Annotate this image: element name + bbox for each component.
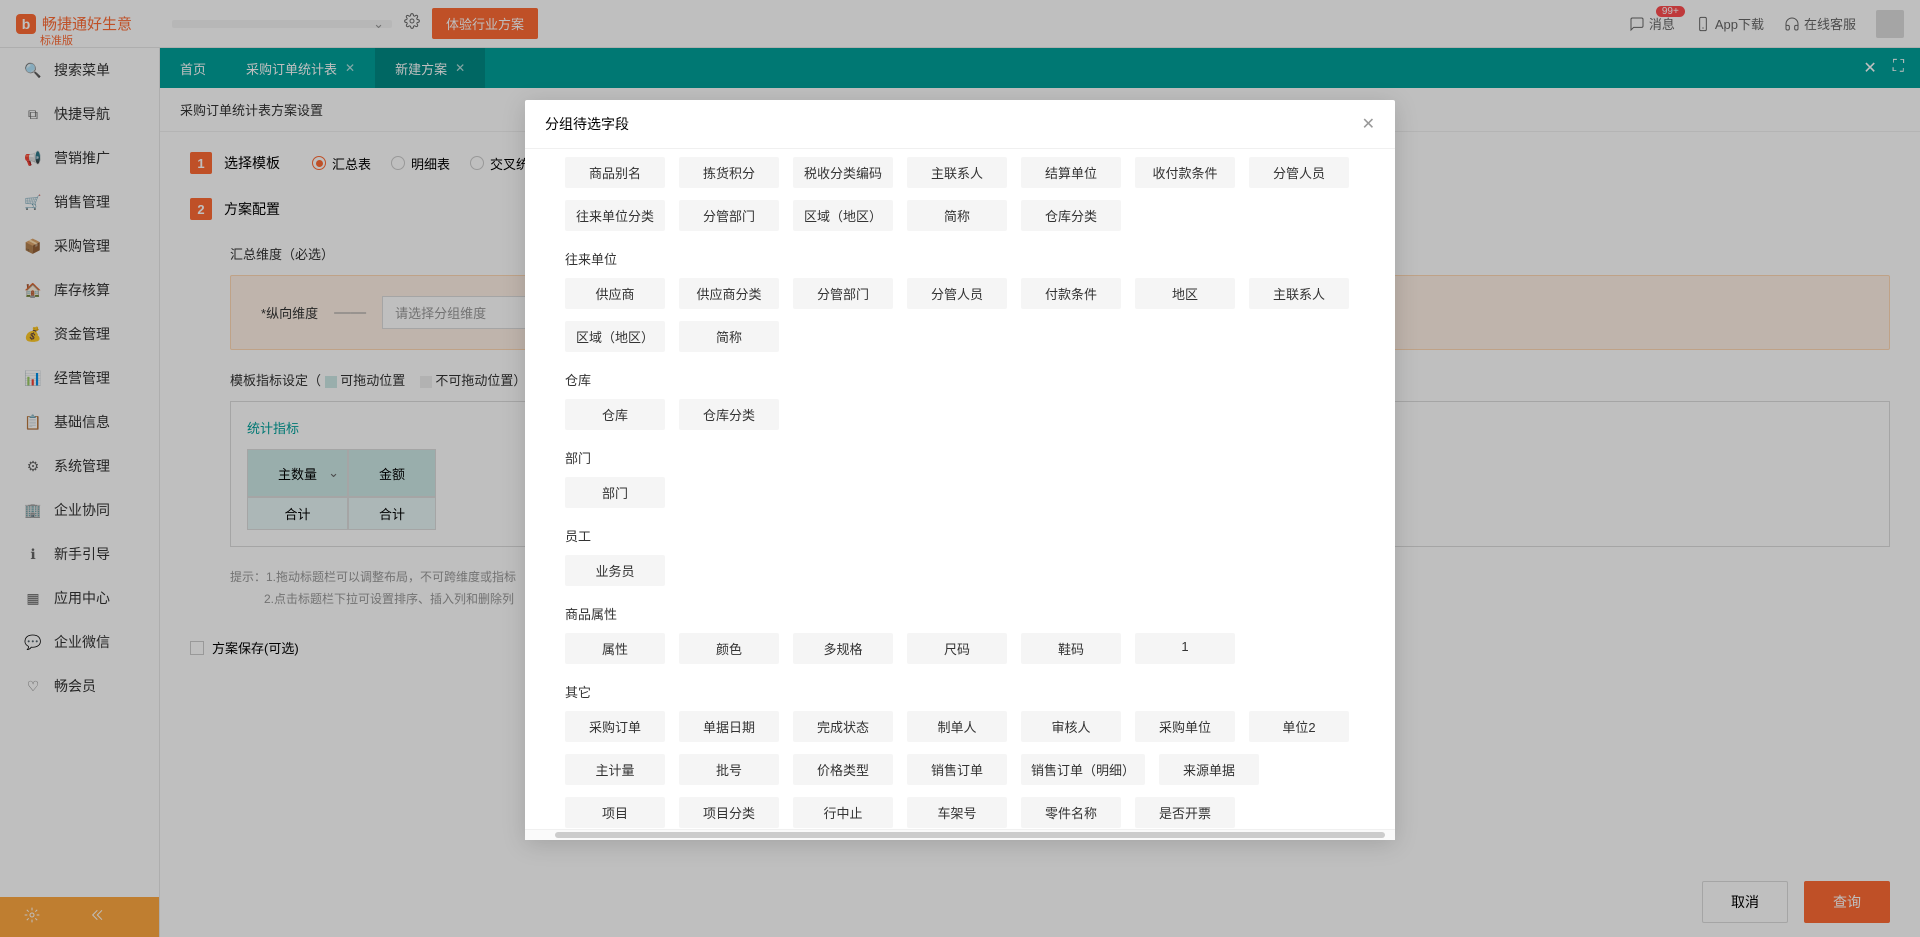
- field-chip[interactable]: 主计量: [565, 754, 665, 785]
- field-chip[interactable]: 属性: [565, 633, 665, 664]
- field-chip[interactable]: 批号: [679, 754, 779, 785]
- field-chip[interactable]: 项目: [565, 797, 665, 828]
- field-chip[interactable]: 业务员: [565, 555, 665, 586]
- field-chip[interactable]: 颜色: [679, 633, 779, 664]
- field-group: 部门部门: [565, 448, 1355, 508]
- field-chip[interactable]: 主联系人: [907, 157, 1007, 188]
- field-chip[interactable]: 往来单位分类: [565, 200, 665, 231]
- field-chip[interactable]: 单据日期: [679, 711, 779, 742]
- group-title: 仓库: [565, 370, 1355, 389]
- field-chip[interactable]: 车架号: [907, 797, 1007, 828]
- modal-title: 分组待选字段: [545, 114, 629, 134]
- field-chip[interactable]: 行中止: [793, 797, 893, 828]
- group-title: 其它: [565, 682, 1355, 701]
- field-chip[interactable]: 项目分类: [679, 797, 779, 828]
- field-chip[interactable]: 1: [1135, 633, 1235, 664]
- field-chip[interactable]: 分管部门: [793, 278, 893, 309]
- field-chip[interactable]: 价格类型: [793, 754, 893, 785]
- group-title: 部门: [565, 448, 1355, 467]
- field-chip[interactable]: 采购订单: [565, 711, 665, 742]
- field-chip[interactable]: 供应商: [565, 278, 665, 309]
- field-chip[interactable]: 税收分类编码: [793, 157, 893, 188]
- field-chip[interactable]: 鞋码: [1021, 633, 1121, 664]
- field-chip[interactable]: 零件名称: [1021, 797, 1121, 828]
- field-chip[interactable]: 尺码: [907, 633, 1007, 664]
- field-chip[interactable]: 地区: [1135, 278, 1235, 309]
- field-group: 仓库仓库仓库分类: [565, 370, 1355, 430]
- field-chip[interactable]: 分管人员: [1249, 157, 1349, 188]
- close-icon[interactable]: ✕: [1362, 114, 1375, 134]
- field-chip[interactable]: 商品别名: [565, 157, 665, 188]
- horizontal-scrollbar[interactable]: [525, 829, 1395, 840]
- group-title: 员工: [565, 526, 1355, 545]
- field-select-modal: 分组待选字段 ✕ 商品别名拣货积分税收分类编码主联系人结算单位收付款条件分管人员…: [525, 100, 1395, 840]
- field-group: 往来单位供应商供应商分类分管部门分管人员付款条件地区主联系人区域（地区） 简称: [565, 249, 1355, 352]
- field-chip[interactable]: 部门: [565, 477, 665, 508]
- field-chip[interactable]: 简称: [679, 321, 779, 352]
- field-chip[interactable]: 销售订单: [907, 754, 1007, 785]
- field-chip[interactable]: 制单人: [907, 711, 1007, 742]
- field-chip[interactable]: 仓库分类: [1021, 200, 1121, 231]
- field-chip[interactable]: 区域（地区）: [565, 321, 665, 352]
- field-chip[interactable]: 付款条件: [1021, 278, 1121, 309]
- field-group: 员工业务员: [565, 526, 1355, 586]
- field-chip[interactable]: 供应商分类: [679, 278, 779, 309]
- field-chip[interactable]: 结算单位: [1021, 157, 1121, 188]
- field-chip[interactable]: 销售订单（明细）: [1021, 754, 1145, 785]
- field-group: 其它采购订单单据日期完成状态制单人审核人采购单位单位2主计量批号价格类型销售订单…: [565, 682, 1355, 828]
- field-chip[interactable]: 仓库: [565, 399, 665, 430]
- field-chip[interactable]: 主联系人: [1249, 278, 1349, 309]
- field-chip[interactable]: 简称: [907, 200, 1007, 231]
- field-chip[interactable]: 采购单位: [1135, 711, 1235, 742]
- field-chip[interactable]: 收付款条件: [1135, 157, 1235, 188]
- field-chip[interactable]: 单位2: [1249, 711, 1349, 742]
- field-chip[interactable]: 是否开票: [1135, 797, 1235, 828]
- field-chip[interactable]: 完成状态: [793, 711, 893, 742]
- field-chip[interactable]: 拣货积分: [679, 157, 779, 188]
- field-chip[interactable]: 来源单据: [1159, 754, 1259, 785]
- group-title: 往来单位: [565, 249, 1355, 268]
- field-chip[interactable]: 分管人员: [907, 278, 1007, 309]
- field-chip[interactable]: 区域（地区）: [793, 200, 893, 231]
- field-chip[interactable]: 多规格: [793, 633, 893, 664]
- field-chip[interactable]: 审核人: [1021, 711, 1121, 742]
- field-chip[interactable]: 仓库分类: [679, 399, 779, 430]
- group-title: 商品属性: [565, 604, 1355, 623]
- field-group: 商品属性属性颜色多规格尺码鞋码 1: [565, 604, 1355, 664]
- field-chip[interactable]: 分管部门: [679, 200, 779, 231]
- field-group: 商品别名拣货积分税收分类编码主联系人结算单位收付款条件分管人员往来单位分类分管部…: [565, 157, 1355, 231]
